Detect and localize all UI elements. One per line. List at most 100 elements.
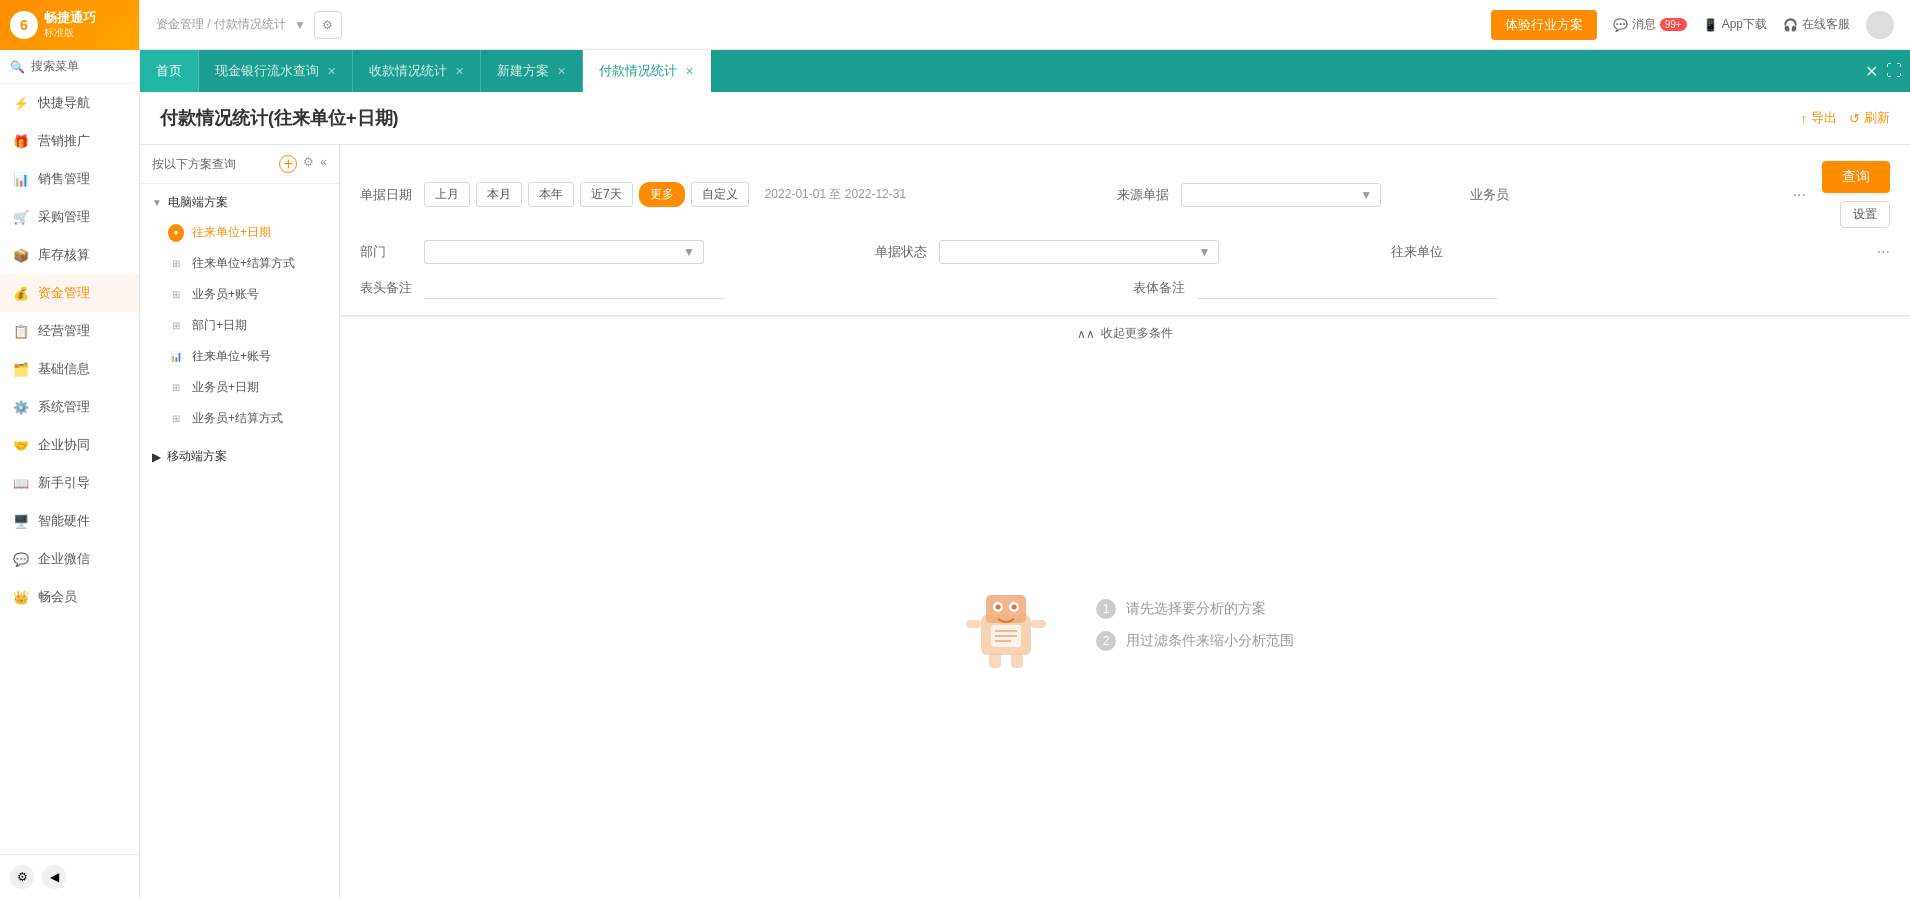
date-btn-this-month[interactable]: 本月	[476, 182, 522, 207]
trial-button[interactable]: 体验行业方案	[1491, 10, 1597, 40]
partner-more-button[interactable]: ···	[1877, 243, 1890, 261]
scheme-add-button[interactable]: +	[279, 155, 297, 173]
sidebar-item-label: 库存核算	[38, 246, 90, 264]
sidebar-item-marketing[interactable]: 🎁 营销推广	[0, 122, 139, 160]
sidebar-item-guide[interactable]: 📖 新手引导	[0, 464, 139, 502]
search-menu[interactable]: 🔍 搜索菜单	[0, 50, 139, 84]
tab-new-scheme-close[interactable]: ✕	[557, 65, 566, 78]
date-btn-more[interactable]: 更多	[639, 182, 685, 207]
scheme-item-dept-date[interactable]: ⊞ 部门+日期	[140, 310, 339, 341]
sidebar-item-label: 畅会员	[38, 588, 77, 606]
page-header: 付款情况统计(往来单位+日期) ↑ 导出 ↺ 刷新	[140, 92, 1910, 145]
scheme-active-icon: ●	[168, 225, 184, 241]
sidebar-item-finance[interactable]: 💰 资金管理	[0, 274, 139, 312]
message-button[interactable]: 💬 消息 99+	[1613, 16, 1687, 33]
scheme-table-icon: ⊞	[168, 411, 184, 427]
export-icon: ↑	[1801, 111, 1808, 126]
sidebar-item-corp[interactable]: 🤝 企业协同	[0, 426, 139, 464]
query-button[interactable]: 查询	[1822, 161, 1890, 193]
scheme-item-partner-settle[interactable]: ⊞ 往来单位+结算方式	[140, 248, 339, 279]
tab-cashflow-label: 现金银行流水查询	[215, 62, 319, 80]
sidebar-item-basic[interactable]: 🗂️ 基础信息	[0, 350, 139, 388]
sidebar-item-sales[interactable]: 📊 销售管理	[0, 160, 139, 198]
corp-icon: 🤝	[12, 436, 30, 454]
staff-more-button[interactable]: ···	[1793, 186, 1806, 204]
collapse-up-icon: ∧∧	[1077, 327, 1095, 341]
date-btn-7days[interactable]: 近7天	[580, 182, 633, 207]
settings-button[interactable]: ⚙	[10, 865, 34, 889]
tab-new-scheme[interactable]: 新建方案 ✕	[481, 50, 583, 92]
tab-receipt-label: 收款情况统计	[369, 62, 447, 80]
source-label: 来源单据	[1117, 186, 1173, 204]
marketing-icon: 🎁	[12, 132, 30, 150]
scheme-group-desktop-header[interactable]: ▼ 电脑端方案	[140, 188, 339, 217]
scheme-label: 业务员+日期	[192, 379, 259, 396]
collapse-sidebar-button[interactable]: ◀	[42, 865, 66, 889]
scheme-group-mobile-header[interactable]: ▶ 移动端方案	[140, 442, 339, 471]
date-btn-custom[interactable]: 自定义	[691, 182, 749, 207]
collapse-filter-button[interactable]: ∧∧ 收起更多条件	[340, 316, 1910, 350]
sidebar-item-vip[interactable]: 👑 畅会员	[0, 578, 139, 616]
mobile-icon: 📱	[1703, 18, 1718, 32]
status-select[interactable]: ▼	[939, 240, 1219, 264]
tab-receipt-close[interactable]: ✕	[455, 65, 464, 78]
tab-receipt[interactable]: 收款情况统计 ✕	[353, 50, 481, 92]
message-label: 消息	[1632, 16, 1656, 33]
header-remark-input[interactable]	[424, 276, 724, 299]
sidebar-item-inventory[interactable]: 📦 库存核算	[0, 236, 139, 274]
svg-rect-1	[986, 595, 1026, 623]
tab-home[interactable]: 首页	[140, 50, 199, 92]
scheme-item-staff-account[interactable]: ⊞ 业务员+账号	[140, 279, 339, 310]
export-button[interactable]: ↑ 导出	[1801, 109, 1838, 127]
sidebar-item-hardware[interactable]: 🖥️ 智能硬件	[0, 502, 139, 540]
scheme-item-partner-account[interactable]: 📊 往来单位+账号	[140, 341, 339, 372]
refresh-button[interactable]: ↺ 刷新	[1849, 109, 1890, 127]
scheme-item-staff-settle[interactable]: ⊞ 业务员+结算方式	[140, 403, 339, 434]
scheme-chart-icon: 📊	[168, 349, 184, 365]
sidebar-item-label: 采购管理	[38, 208, 90, 226]
body-remark-input[interactable]	[1197, 276, 1497, 299]
sidebar-item-label: 经营管理	[38, 322, 90, 340]
source-select[interactable]: ▼	[1181, 183, 1381, 207]
sidebar-item-label: 系统管理	[38, 398, 90, 416]
staff-label: 业务员	[1470, 186, 1526, 204]
sidebar-item-system[interactable]: ⚙️ 系统管理	[0, 388, 139, 426]
date-btn-this-year[interactable]: 本年	[528, 182, 574, 207]
system-icon: ⚙️	[12, 398, 30, 416]
empty-tip-2: 2 用过滤条件来缩小分析范围	[1096, 631, 1294, 651]
tab-payment[interactable]: 付款情况统计 ✕	[583, 50, 711, 92]
service-button[interactable]: 🎧 在线客服	[1783, 16, 1850, 33]
scheme-label: 往来单位+日期	[192, 224, 271, 241]
dept-select[interactable]: ▼	[424, 240, 704, 264]
sidebar-item-label: 销售管理	[38, 170, 90, 188]
filter-row-3: 表头备注 表体备注	[360, 276, 1890, 299]
sidebar-item-label: 新手引导	[38, 474, 90, 492]
status-chevron-icon: ▼	[1198, 245, 1210, 259]
tab-cashflow-close[interactable]: ✕	[327, 65, 336, 78]
filter-date-col: 单据日期 上月 本月 本年 近7天 更多 自定义	[360, 182, 749, 207]
scheme-table-icon: ⊞	[168, 318, 184, 334]
sidebar-item-wechat[interactable]: 💬 企业微信	[0, 540, 139, 578]
user-avatar[interactable]	[1866, 11, 1894, 39]
app-download-button[interactable]: 📱 App下载	[1703, 16, 1767, 33]
tab-cashflow[interactable]: 现金银行流水查询 ✕	[199, 50, 353, 92]
setting-button[interactable]: 设置	[1840, 201, 1890, 228]
query-actions: 查询 设置	[1822, 161, 1890, 228]
tab-close-all[interactable]: ✕	[1865, 62, 1878, 81]
tab-payment-close[interactable]: ✕	[685, 65, 694, 78]
mobile-group-arrow: ▶	[152, 450, 161, 464]
sidebar-item-shortcut[interactable]: ⚡ 快捷导航	[0, 84, 139, 122]
guide-icon: 📖	[12, 474, 30, 492]
scheme-item-partner-date[interactable]: ● 往来单位+日期	[140, 217, 339, 248]
export-label: 导出	[1811, 109, 1837, 127]
sidebar-item-label: 快捷导航	[38, 94, 90, 112]
tab-expand[interactable]: ⛶	[1886, 62, 1902, 80]
scheme-item-staff-date[interactable]: ⊞ 业务员+日期	[140, 372, 339, 403]
scheme-collapse-button[interactable]: «	[320, 155, 327, 173]
sidebar-item-operation[interactable]: 📋 经营管理	[0, 312, 139, 350]
settings-icon[interactable]: ⚙	[314, 11, 342, 39]
sidebar-item-label: 营销推广	[38, 132, 90, 150]
date-btn-last-month[interactable]: 上月	[424, 182, 470, 207]
sidebar-item-purchase[interactable]: 🛒 采购管理	[0, 198, 139, 236]
scheme-settings-button[interactable]: ⚙	[303, 155, 314, 173]
